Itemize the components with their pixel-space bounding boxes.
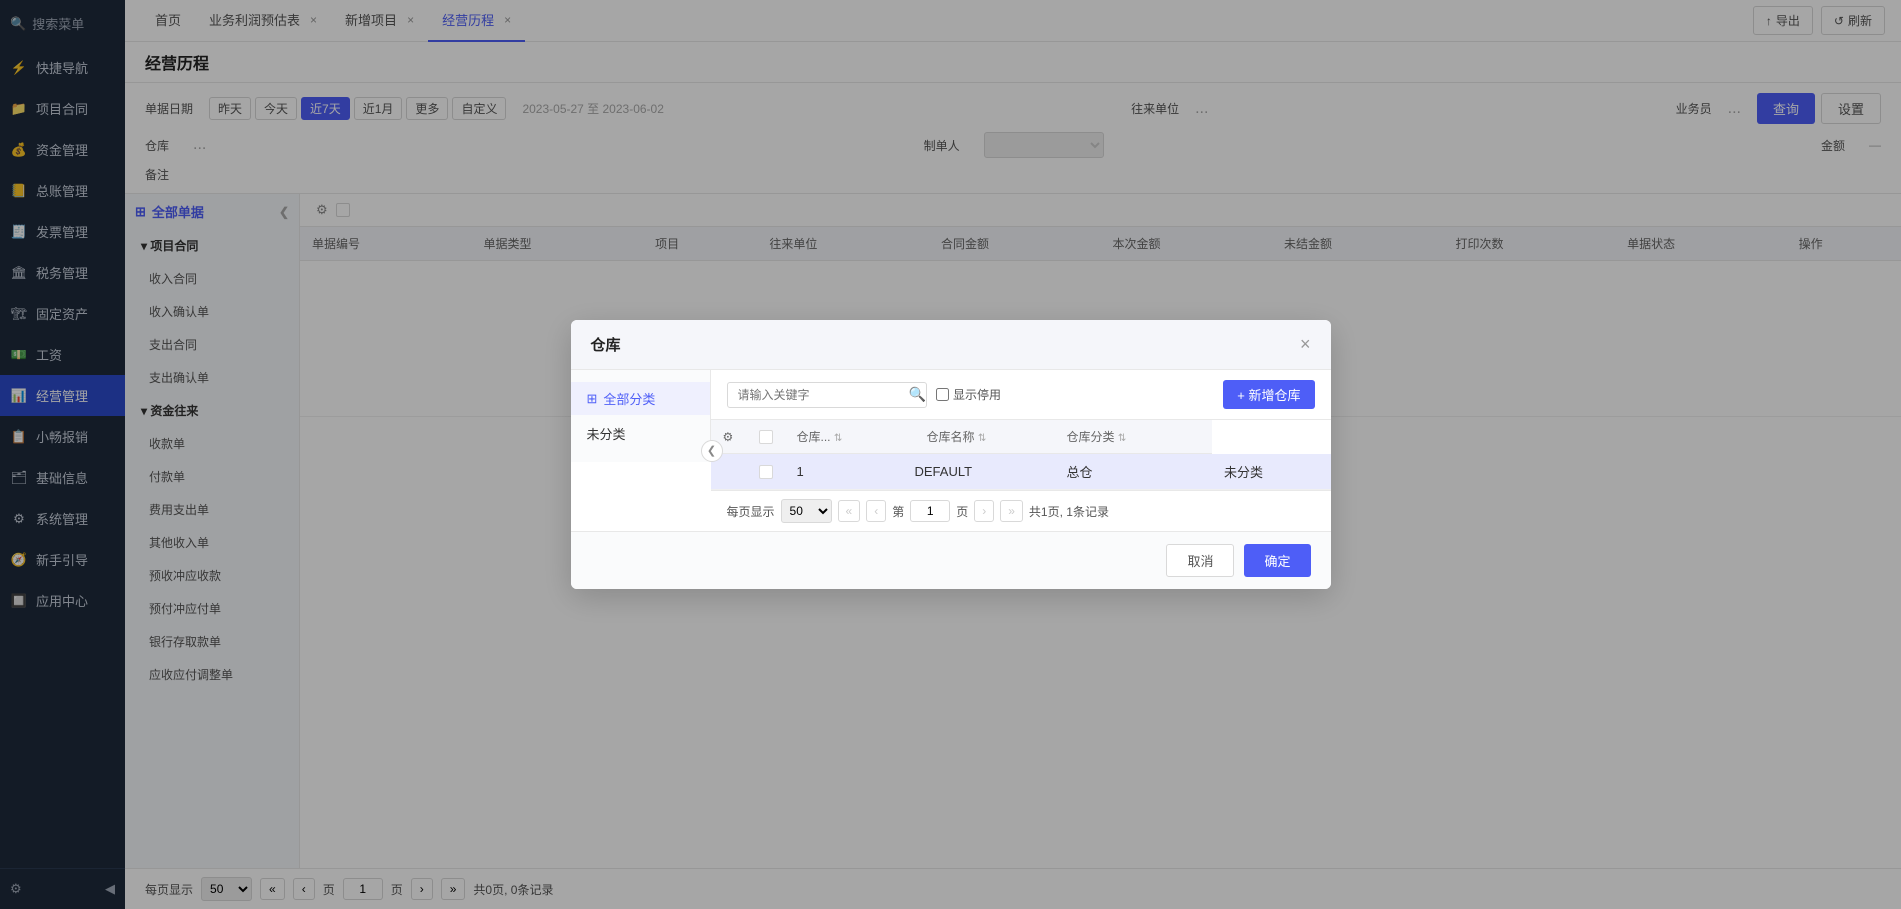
modal-overlay: 仓库 × ⊞ 全部分类 未分类 ❮: [0, 0, 1901, 909]
category-unclassified[interactable]: 未分类: [571, 417, 710, 450]
row-checkbox[interactable]: [759, 465, 773, 479]
modal-page-label: 第: [892, 503, 904, 520]
modal-right-panel: 🔍 显示停用 + 新增仓库 ⚙: [711, 370, 1331, 531]
modal-table-header-row: ⚙ 仓库... ⇅ 仓库名称 ⇅: [711, 420, 1331, 454]
col-warehouse-name: 仓库名称 ⇅: [915, 420, 1055, 454]
modal-first-page[interactable]: «: [838, 500, 861, 522]
add-warehouse-button[interactable]: + 新增仓库: [1223, 380, 1314, 409]
modal-close-button[interactable]: ×: [1300, 334, 1311, 355]
category-all[interactable]: ⊞ 全部分类: [571, 382, 710, 415]
modal-total-label: 共1页, 1条记录: [1029, 503, 1109, 520]
modal-body: ⊞ 全部分类 未分类 ❮ 🔍 显示停用: [571, 370, 1331, 531]
modal-search-input[interactable]: [727, 382, 927, 408]
modal-left-panel-wrap: ⊞ 全部分类 未分类 ❮: [571, 370, 711, 531]
modal-toolbar: 🔍 显示停用 + 新增仓库: [711, 370, 1331, 420]
modal-last-page[interactable]: »: [1000, 500, 1023, 522]
row-name: 总仓: [1055, 454, 1212, 490]
modal-per-page-select[interactable]: 50 100: [781, 499, 832, 523]
row-code: DEFAULT: [915, 454, 1055, 490]
confirm-button[interactable]: 确定: [1244, 544, 1310, 577]
col-warehouse-code: 仓库... ⇅: [785, 420, 915, 454]
collapse-left-panel[interactable]: ❮: [701, 440, 723, 462]
modal-table: ⚙ 仓库... ⇅ 仓库名称 ⇅: [711, 420, 1331, 490]
col-check-header: [747, 420, 785, 454]
row-index: 1: [785, 454, 915, 490]
grid-category-icon: ⊞: [587, 391, 598, 407]
modal-footer: 取消 确定: [571, 531, 1331, 589]
modal-table-wrap: ⚙ 仓库... ⇅ 仓库名称 ⇅: [711, 420, 1331, 490]
modal-pagination: 每页显示 50 100 « ‹ 第 页 › » 共1页, 1条记录: [711, 490, 1331, 531]
sort-code-icon[interactable]: ⇅: [834, 433, 842, 444]
show-disabled-checkbox[interactable]: [936, 388, 949, 401]
cancel-button[interactable]: 取消: [1166, 544, 1234, 577]
sort-name-icon[interactable]: ⇅: [978, 433, 986, 444]
warehouse-modal: 仓库 × ⊞ 全部分类 未分类 ❮: [571, 320, 1331, 589]
unclassified-label: 未分类: [587, 424, 626, 443]
col-warehouse-category: 仓库分类 ⇅: [1055, 420, 1212, 454]
modal-title: 仓库: [591, 334, 621, 355]
modal-page-end: 页: [956, 503, 968, 520]
sort-cat-icon[interactable]: ⇅: [1118, 433, 1126, 444]
row-check: [747, 454, 785, 490]
modal-per-page-label: 每页显示: [727, 503, 775, 520]
modal-next-page[interactable]: ›: [974, 500, 994, 522]
row-category: 未分类: [1212, 454, 1331, 490]
modal-header: 仓库 ×: [571, 320, 1331, 370]
category-all-label: 全部分类: [603, 389, 655, 408]
modal-select-all[interactable]: [759, 430, 773, 444]
table-row[interactable]: 1 DEFAULT 总仓 未分类: [711, 454, 1331, 490]
modal-left-panel: ⊞ 全部分类 未分类: [571, 370, 711, 462]
modal-search-button[interactable]: 🔍: [909, 386, 926, 403]
show-disabled-label[interactable]: 显示停用: [936, 386, 1001, 403]
modal-prev-page[interactable]: ‹: [866, 500, 886, 522]
modal-page-input[interactable]: [910, 500, 950, 522]
